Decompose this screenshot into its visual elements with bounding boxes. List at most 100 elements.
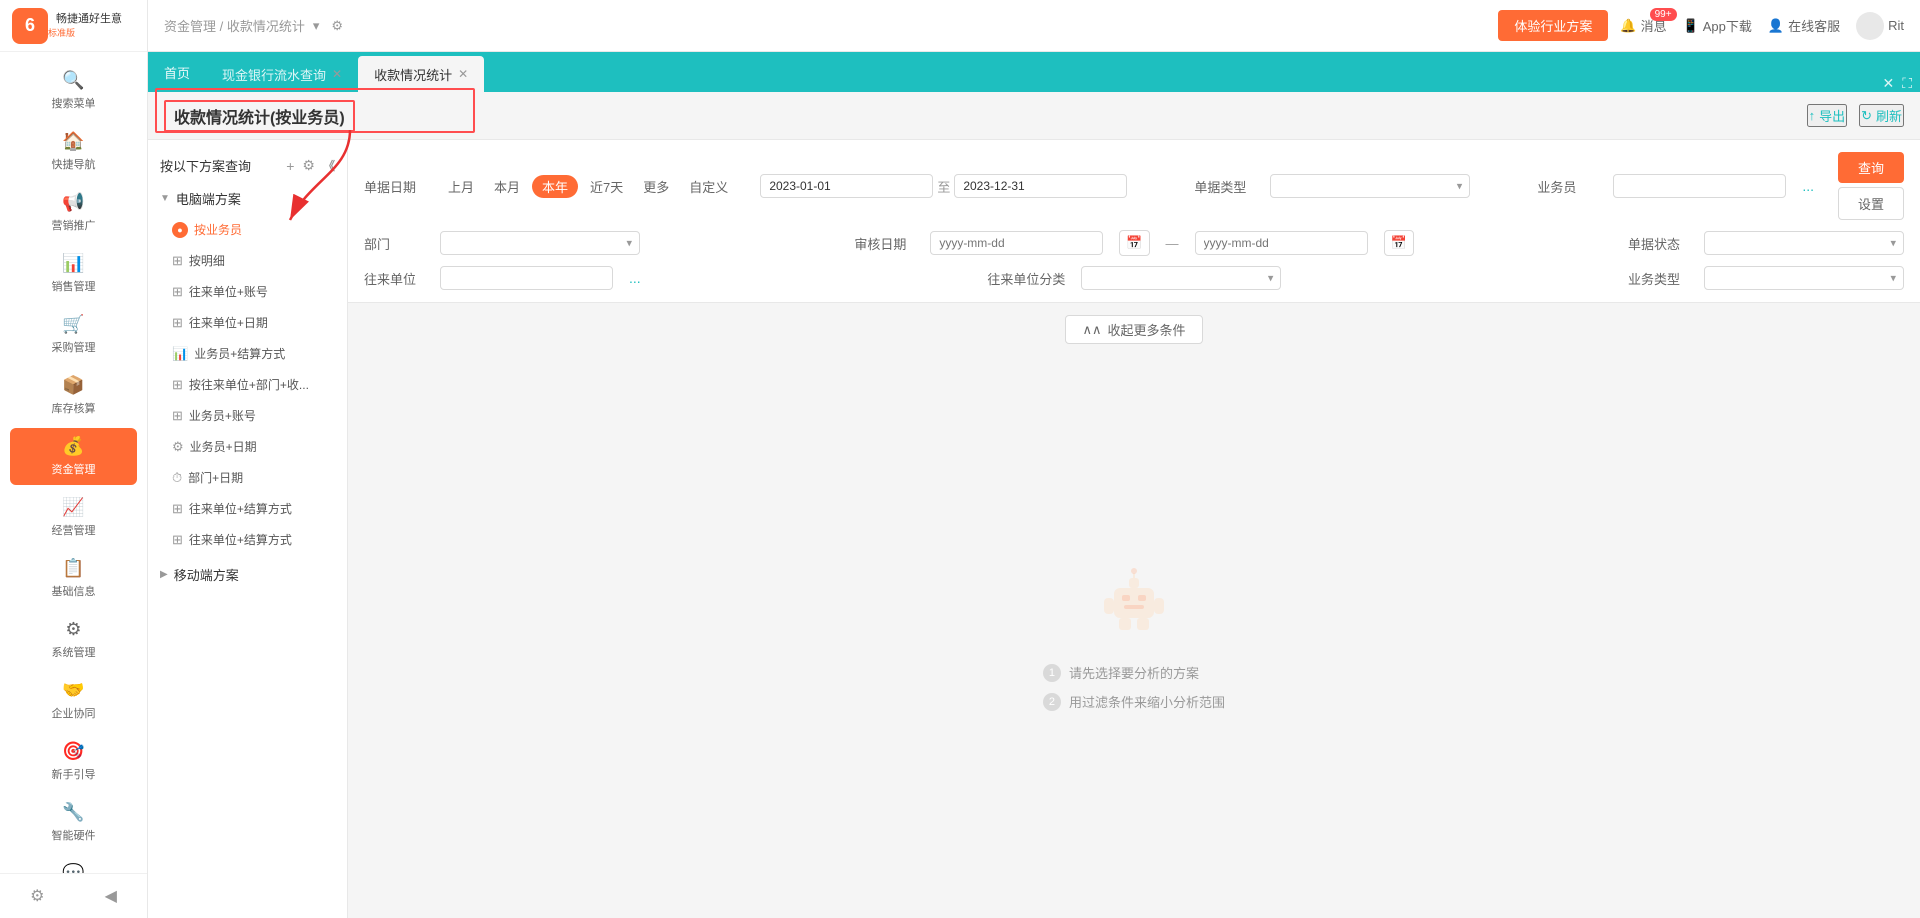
- settings-icon[interactable]: ⚙: [331, 18, 343, 34]
- scheme-item-salesperson[interactable]: ● 按业务员: [148, 214, 347, 245]
- tip-text-2: 用过滤条件来缩小分析范围: [1069, 692, 1225, 711]
- guide-icon: 🎯: [62, 741, 84, 762]
- scheme-item-unit-settle1[interactable]: ⊞ 往来单位+结算方式: [148, 493, 347, 524]
- sidebar-item-purchase[interactable]: 🛒 采购管理: [0, 304, 147, 365]
- scheme-item-salesperson-account[interactable]: ⊞ 业务员+账号: [148, 400, 347, 431]
- scheme-item-unit-settle2[interactable]: ⊞ 往来单位+结算方式: [148, 524, 347, 555]
- sidebar-item-finance[interactable]: 💰 资金管理: [10, 428, 137, 485]
- settings-icon[interactable]: ⚙: [30, 886, 44, 906]
- online-service[interactable]: 👤 在线客服: [1768, 16, 1840, 35]
- scheme-item-unit-account[interactable]: ⊞ 往来单位+账号: [148, 276, 347, 307]
- user-area[interactable]: Rit: [1856, 12, 1904, 40]
- sidebar-item-label: 营销推广: [52, 217, 96, 233]
- doc-status-select[interactable]: [1704, 231, 1904, 255]
- search-button[interactable]: 查询: [1838, 152, 1904, 183]
- date-tab-this-year[interactable]: 本年: [532, 175, 578, 198]
- scheme-item-unit-date[interactable]: ⊞ 往来单位+日期: [148, 307, 347, 338]
- refresh-button[interactable]: ↻ 刷新: [1859, 104, 1904, 127]
- date-range: 至: [760, 174, 1127, 198]
- sidebar-item-label: 快捷导航: [52, 156, 96, 172]
- date-tab-custom[interactable]: 自定义: [681, 175, 736, 198]
- clock-icon: ⚙: [172, 439, 184, 455]
- grid-icon: ⊞: [172, 532, 183, 548]
- collapse-sidebar-icon[interactable]: ◀: [105, 886, 117, 906]
- review-date-end[interactable]: [1195, 231, 1368, 255]
- online-service-label: 在线客服: [1788, 16, 1840, 35]
- sidebar-item-search[interactable]: 🔍 搜索菜单: [0, 60, 147, 121]
- partner-category-select[interactable]: [1081, 266, 1281, 290]
- partner-label: 往来单位: [364, 269, 424, 288]
- date-tab-more[interactable]: 更多: [635, 175, 677, 198]
- tab-bank-close[interactable]: ✕: [332, 67, 342, 81]
- salesperson-input[interactable]: [1613, 174, 1786, 198]
- sidebar-item-label: 销售管理: [52, 278, 96, 294]
- tab-receipt[interactable]: 收款情况统计 ✕: [358, 56, 484, 92]
- date-start-input[interactable]: [760, 174, 933, 198]
- sidebar-item-basic[interactable]: 📋 基础信息: [0, 548, 147, 609]
- partner-input[interactable]: [440, 266, 613, 290]
- date-tab-last7days[interactable]: 近7天: [582, 175, 631, 198]
- review-date-start[interactable]: [930, 231, 1103, 255]
- filter-settings-button[interactable]: 设置: [1838, 187, 1904, 220]
- sidebar-item-quicknav[interactable]: 🏠 快捷导航: [0, 121, 147, 182]
- chevron-up-icon: ∧∧: [1082, 322, 1101, 338]
- download-icon: 📱: [1683, 18, 1699, 34]
- mobile-section-title[interactable]: ▶ 移动端方案: [148, 559, 347, 590]
- hardware-icon: 🔧: [62, 802, 84, 823]
- calendar-icon-start[interactable]: 📅: [1119, 230, 1149, 256]
- app-download[interactable]: 📱 App下载: [1683, 16, 1752, 35]
- scheme-item-salesperson-settle[interactable]: 📊 业务员+结算方式: [148, 338, 347, 369]
- add-scheme-button[interactable]: +: [286, 158, 294, 174]
- dept-select[interactable]: [440, 231, 640, 255]
- tab-home[interactable]: 首页: [148, 52, 206, 92]
- expand-icon[interactable]: ⛶: [1902, 75, 1912, 92]
- sidebar-item-hardware[interactable]: 🔧 智能硬件: [0, 792, 147, 853]
- biz-type-select-wrapper: [1704, 266, 1904, 290]
- desktop-section-title[interactable]: ▼ 电脑端方案: [148, 183, 347, 214]
- scheme-item-detail[interactable]: ⊞ 按明细: [148, 245, 347, 276]
- scheme-item-salesperson-date[interactable]: ⚙ 业务员+日期: [148, 431, 347, 462]
- sidebar-item-marketing[interactable]: 📢 营销推广: [0, 182, 147, 243]
- date-tab-this-month[interactable]: 本月: [486, 175, 528, 198]
- sidebar-item-operation[interactable]: 📈 经营管理: [0, 487, 147, 548]
- partner-more-button[interactable]: ...: [629, 270, 641, 286]
- service-icon: 👤: [1768, 18, 1784, 34]
- scheme-settings-icon[interactable]: ⚙: [302, 157, 315, 174]
- collapse-panel-icon[interactable]: 《: [323, 157, 335, 174]
- scheme-item-unit-dept[interactable]: ⊞ 按往来单位+部门+收...: [148, 369, 347, 400]
- trial-button[interactable]: 体验行业方案: [1498, 10, 1608, 41]
- notification-bell[interactable]: 🔔 消息 99+: [1620, 16, 1666, 35]
- biz-type-select[interactable]: [1704, 266, 1904, 290]
- salesperson-more-button[interactable]: ...: [1802, 178, 1814, 194]
- logo-area: 6 畅捷通好生意 标准版: [0, 0, 147, 52]
- tab-receipt-close[interactable]: ✕: [458, 67, 468, 81]
- sidebar-item-guide[interactable]: 🎯 新手引导: [0, 731, 147, 792]
- sidebar-item-label: 采购管理: [52, 339, 96, 355]
- date-tabs: 上月 本月 本年 近7天 更多 自定义: [440, 175, 736, 198]
- close-all-tabs-icon[interactable]: ✕: [1882, 75, 1894, 92]
- filter-area: 单据日期 上月 本月 本年 近7天 更多 自定义 至: [348, 140, 1920, 303]
- sidebar-item-enterprise[interactable]: 🤝 企业协同: [0, 670, 147, 731]
- sidebar-item-wechat[interactable]: 💬 企业微信: [0, 853, 147, 873]
- dept-label: 部门: [364, 234, 424, 253]
- collapse-more-button[interactable]: ∧∧ 收起更多条件: [1065, 315, 1202, 344]
- tab-bank[interactable]: 现金银行流水查询 ✕: [206, 56, 358, 92]
- page-header: 收款情况统计(按业务员) ↑ 导出 ↻ 刷新: [148, 92, 1920, 140]
- sidebar-item-inventory[interactable]: 📦 库存核算: [0, 365, 147, 426]
- grid-icon: ⊞: [172, 377, 183, 393]
- calendar-icon-end[interactable]: 📅: [1384, 230, 1414, 256]
- sidebar-item-sales[interactable]: 📊 销售管理: [0, 243, 147, 304]
- tip-text-1: 请先选择要分析的方案: [1069, 663, 1199, 682]
- date-tab-last-month[interactable]: 上月: [440, 175, 482, 198]
- desktop-section: ▼ 电脑端方案 ● 按业务员 ⊞ 按明细 ⊞ 往来单位+账号 ⊞ 往来单位: [148, 183, 347, 555]
- filter-row-2: 部门 审核日期 📅 — 📅 单据状态: [364, 230, 1904, 256]
- content-area: 按以下方案查询 + ⚙ 《 ▼ 电脑端方案 ● 按业务员 ⊞ 按明细: [148, 140, 1920, 918]
- section-arrow-down: ▼: [160, 193, 170, 204]
- export-button[interactable]: ↑ 导出: [1807, 104, 1848, 127]
- dropdown-icon[interactable]: ▾: [313, 18, 320, 34]
- sidebar-item-system[interactable]: ⚙ 系统管理: [0, 609, 147, 670]
- date-end-input[interactable]: [954, 174, 1127, 198]
- scheme-item-dept-date[interactable]: ⏱ 部门+日期: [148, 462, 347, 493]
- doc-type-select[interactable]: [1270, 174, 1470, 198]
- sales-icon: 📊: [62, 253, 84, 274]
